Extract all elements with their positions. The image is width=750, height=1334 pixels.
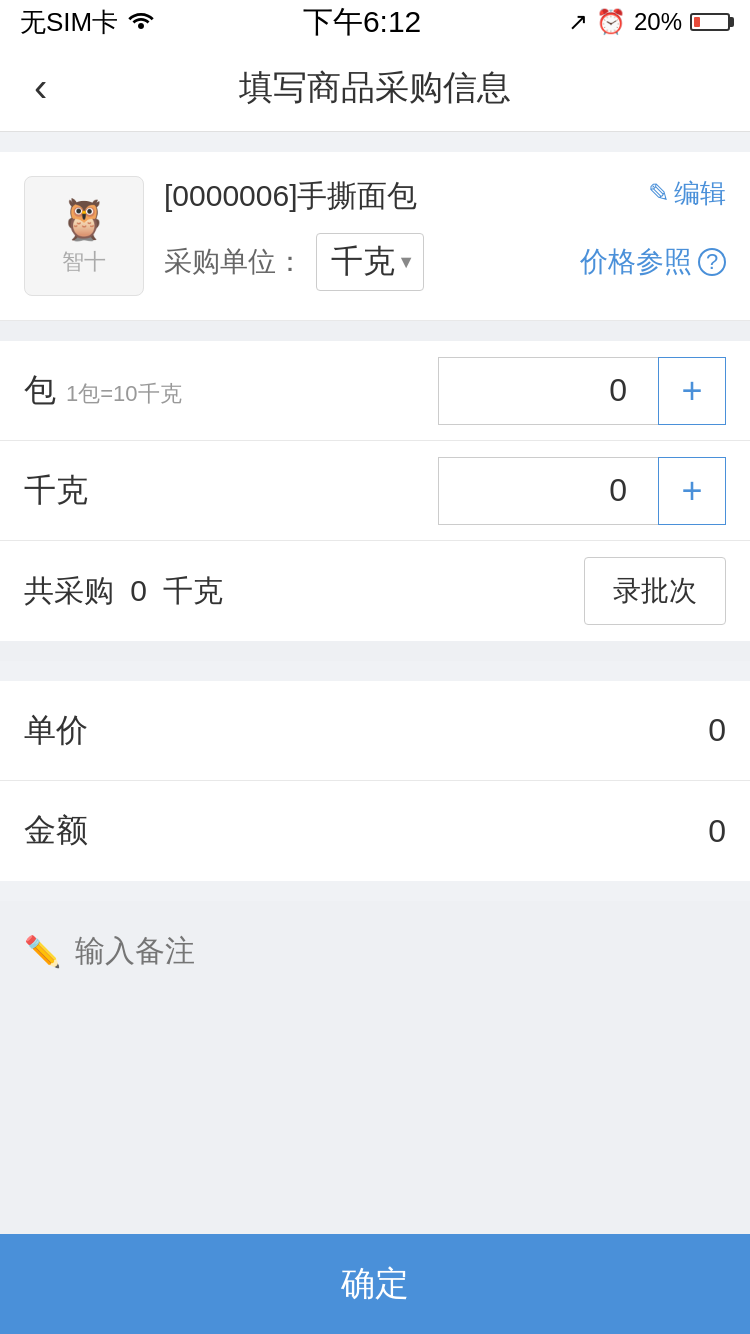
product-card: 🦉 智十 [0000006]手撕面包 采购单位： 千克 价格参照 ? ✎ 编辑 (0, 152, 750, 321)
page-title: 填写商品采购信息 (239, 65, 511, 111)
package-sub-label: 1包=10千克 (66, 379, 182, 409)
package-label-group: 包 1包=10千克 (24, 369, 182, 413)
status-bar: 无SIM卡 下午6:12 ↗ ⏰ 20% (0, 0, 750, 44)
unit-price-value: 0 (708, 712, 726, 749)
product-thumbnail: 🦉 智十 (24, 176, 144, 296)
battery-percent: 20% (634, 8, 682, 36)
unit-price-label: 单价 (24, 709, 88, 753)
content-area (0, 1001, 750, 1261)
price-section: 单价 0 金额 0 (0, 681, 750, 881)
kg-row: 千克 + (0, 441, 750, 541)
summary-label: 共采购 (24, 574, 114, 607)
help-icon: ? (698, 248, 726, 276)
status-time: 下午6:12 (303, 2, 421, 43)
divider-2 (0, 641, 750, 661)
amount-value: 0 (708, 813, 726, 850)
status-left: 无SIM卡 (20, 5, 156, 40)
summary-value: 0 (130, 574, 147, 607)
edit-label: 编辑 (674, 176, 726, 211)
kg-label: 千克 (24, 469, 88, 513)
kg-plus-button[interactable]: + (658, 457, 726, 525)
product-unit-row: 采购单位： 千克 价格参照 ? (164, 233, 726, 291)
kg-input-group: + (438, 457, 726, 525)
product-info: [0000006]手撕面包 采购单位： 千克 价格参照 ? (164, 176, 726, 291)
unit-price-row: 单价 0 (0, 681, 750, 781)
input-section: 包 1包=10千克 + 千克 + (0, 341, 750, 541)
wifi-icon (126, 7, 156, 38)
owl-logo-icon: 🦉 (59, 196, 109, 243)
logo-text: 智十 (62, 247, 106, 277)
status-right: ↗ ⏰ 20% (568, 8, 730, 36)
alarm-icon: ⏰ (596, 8, 626, 36)
price-ref-button[interactable]: 价格参照 ? (580, 243, 726, 281)
edit-icon: ✎ (648, 178, 670, 209)
summary-text: 共采购 0 千克 (24, 571, 223, 612)
nav-bar: ‹ 填写商品采购信息 (0, 44, 750, 132)
unit-value: 千克 (331, 240, 395, 284)
summary-unit: 千克 (163, 574, 223, 607)
confirm-button[interactable]: 确定 (0, 1234, 750, 1334)
kg-input[interactable] (438, 457, 658, 525)
kg-label-group: 千克 (24, 469, 88, 513)
package-row: 包 1包=10千克 + (0, 341, 750, 441)
summary-section: 共采购 0 千克 录批次 (0, 541, 750, 641)
confirm-label: 确定 (341, 1261, 409, 1307)
price-ref-label: 价格参照 (580, 243, 692, 281)
unit-label: 采购单位： (164, 243, 304, 281)
back-button[interactable]: ‹ (24, 55, 57, 120)
battery-indicator (690, 13, 730, 31)
notes-input[interactable] (75, 934, 726, 968)
package-label: 包 (24, 369, 56, 413)
product-name: [0000006]手撕面包 (164, 176, 726, 217)
amount-label: 金额 (24, 809, 88, 853)
unit-select[interactable]: 千克 (316, 233, 424, 291)
package-plus-button[interactable]: + (658, 357, 726, 425)
notes-section: ✏️ (0, 901, 750, 1001)
pencil-icon: ✏️ (24, 934, 61, 969)
amount-row: 金额 0 (0, 781, 750, 881)
carrier-text: 无SIM卡 (20, 5, 118, 40)
batch-button[interactable]: 录批次 (584, 557, 726, 625)
package-input[interactable] (438, 357, 658, 425)
edit-button[interactable]: ✎ 编辑 (648, 176, 726, 211)
package-input-group: + (438, 357, 726, 425)
location-icon: ↗ (568, 8, 588, 36)
divider-1 (0, 321, 750, 341)
